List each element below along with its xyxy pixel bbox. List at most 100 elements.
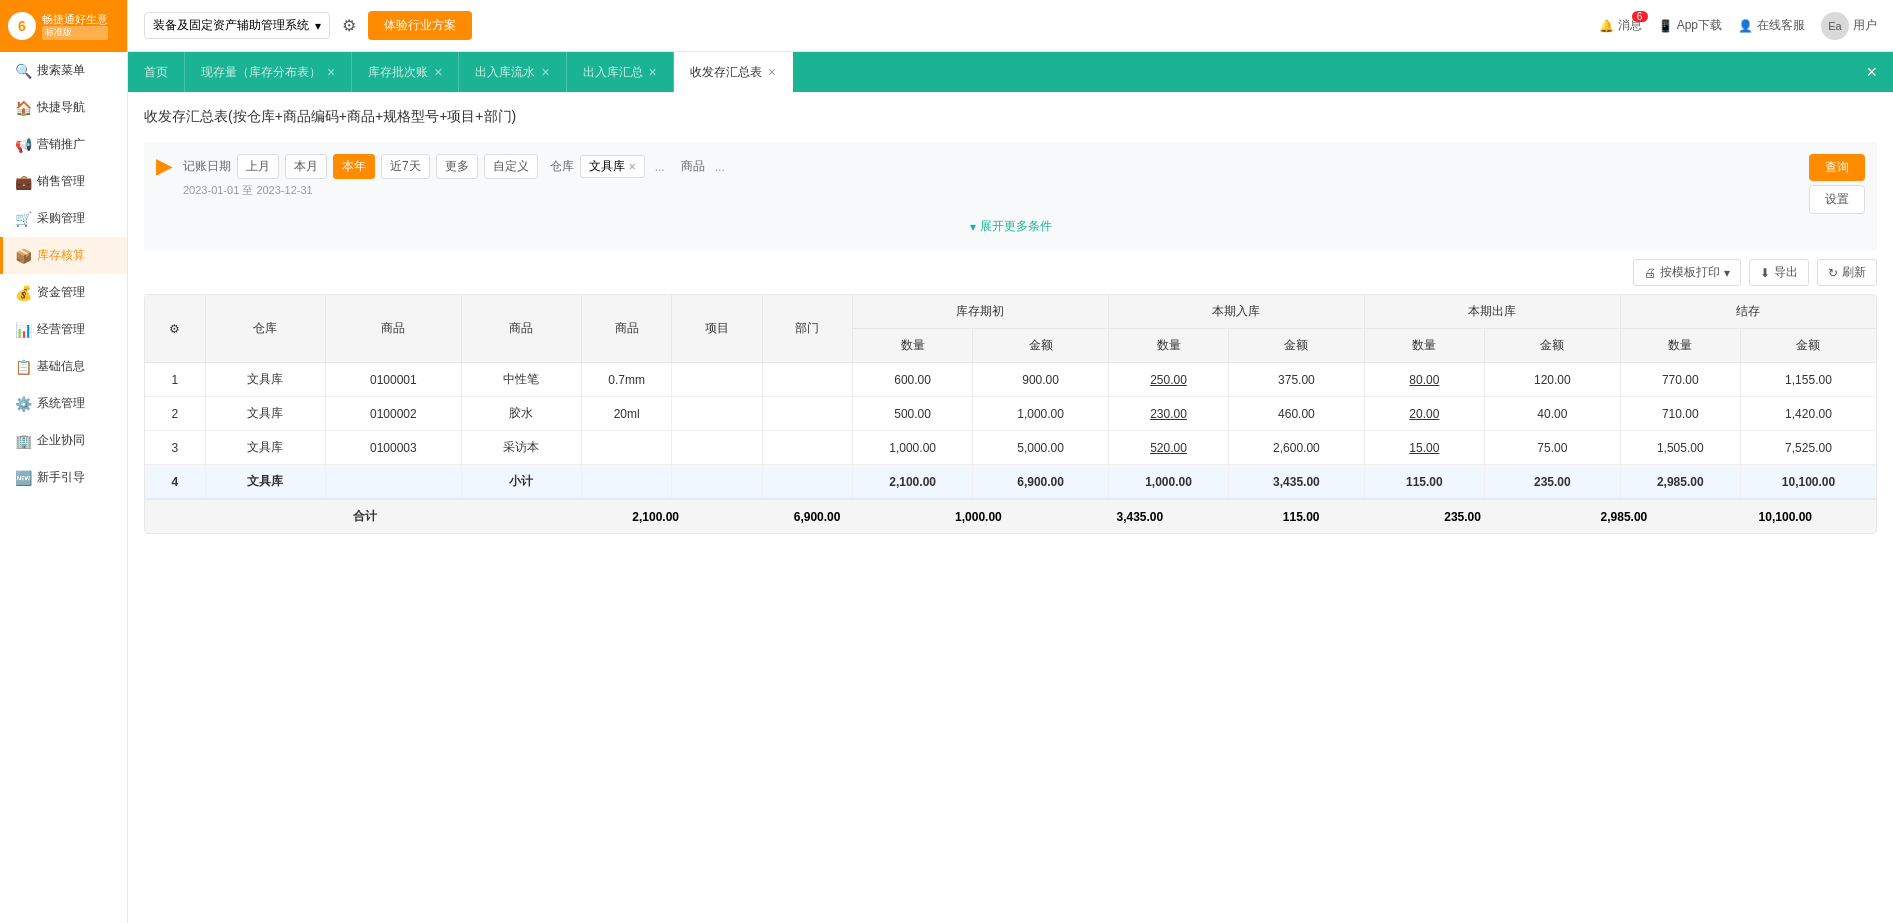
- tab-receive-summary[interactable]: 收发存汇总表 ×: [674, 52, 793, 92]
- sidebar-item-label: 快捷导航: [37, 99, 85, 116]
- export-button[interactable]: ⬇ 导出: [1749, 259, 1809, 286]
- cell-warehouse: 文具库: [205, 465, 325, 499]
- filter-expand-icon[interactable]: ▶: [156, 154, 171, 178]
- cell-in-qty[interactable]: 520.00: [1108, 431, 1228, 465]
- system-selector[interactable]: 装备及固定资产辅助管理系统 ▾: [144, 12, 330, 39]
- print-icon: 🖨: [1644, 266, 1656, 280]
- cell-out-amt: 120.00: [1485, 363, 1620, 397]
- th-project: 项目: [672, 295, 762, 363]
- cell-out-amt: 235.00: [1485, 465, 1620, 499]
- sidebar-item-system[interactable]: ⚙️ 系统管理: [0, 385, 127, 422]
- sidebar-item-quick-nav[interactable]: 🏠 快捷导航: [0, 89, 127, 126]
- date-btn-this-month[interactable]: 本月: [285, 154, 327, 179]
- date-btn-this-year[interactable]: 本年: [333, 154, 375, 179]
- settings-button[interactable]: 设置: [1809, 185, 1865, 214]
- th-group-in: 本期入库: [1108, 295, 1364, 329]
- footer-in-amt: 3,435.00: [1059, 510, 1220, 524]
- filter-bar: ▶ 记账日期 上月 本月 本年 近7天 更多 自定义: [144, 142, 1877, 251]
- tab-close-icon[interactable]: ×: [649, 65, 657, 79]
- enterprise-icon: 🏢: [15, 433, 31, 449]
- date-btn-more[interactable]: 更多: [436, 154, 478, 179]
- sidebar-item-operations[interactable]: 📊 经营管理: [0, 311, 127, 348]
- tab-bar-close-button[interactable]: ×: [1850, 62, 1893, 83]
- cell-out-qty[interactable]: 15.00: [1364, 431, 1484, 465]
- sidebar-item-label: 销售管理: [37, 173, 85, 190]
- cell-warehouse: 文具库: [205, 397, 325, 431]
- sidebar-item-marketing[interactable]: 📢 营销推广: [0, 126, 127, 163]
- query-button[interactable]: 查询: [1809, 154, 1865, 181]
- sidebar-item-new-guide[interactable]: 🆕 新手引导: [0, 459, 127, 496]
- warehouse-tag-close-icon[interactable]: ×: [629, 160, 636, 174]
- tab-close-icon[interactable]: ×: [434, 65, 442, 79]
- sidebar-item-inventory[interactable]: 📦 库存核算: [0, 237, 127, 274]
- refresh-button[interactable]: ↻ 刷新: [1817, 259, 1877, 286]
- bell-icon: 🔔: [1599, 19, 1614, 33]
- warehouse-tag: 文具库 ×: [580, 155, 645, 178]
- table-footer: 合计 2,100.00 6,900.00 1,000.00 3,435.00 1…: [145, 498, 1876, 533]
- app-download-button[interactable]: 📱 App下载: [1658, 17, 1722, 34]
- table-row: 4 文具库 小计 2,100.00 6,900.00 1,000.00 3,43…: [145, 465, 1876, 499]
- cell-balance-qty: 1,505.00: [1620, 431, 1740, 465]
- tab-inout-summary[interactable]: 出入库汇总 ×: [567, 52, 674, 92]
- sidebar-item-label: 系统管理: [37, 395, 85, 412]
- tab-close-icon[interactable]: ×: [327, 65, 335, 79]
- footer-values: 2,100.00 6,900.00 1,000.00 3,435.00 115.…: [575, 510, 1866, 524]
- cell-project: [672, 397, 762, 431]
- sidebar-item-purchase[interactable]: 🛒 采购管理: [0, 200, 127, 237]
- marketing-icon: 📢: [15, 137, 31, 153]
- sidebar-item-sales[interactable]: 💼 销售管理: [0, 163, 127, 200]
- date-btn-last-month[interactable]: 上月: [237, 154, 279, 179]
- footer-label: 合计: [155, 508, 575, 525]
- gear-icon[interactable]: ⚙: [342, 16, 356, 35]
- tab-close-active-icon[interactable]: ×: [768, 65, 776, 79]
- expand-more-button[interactable]: ▾ 展开更多条件: [156, 214, 1865, 239]
- product-more-dots[interactable]: ...: [711, 160, 729, 174]
- print-template-button[interactable]: 🖨 按模板打印 ▾: [1633, 259, 1741, 286]
- tab-batch-account[interactable]: 库存批次账 ×: [352, 52, 459, 92]
- sidebar-item-enterprise[interactable]: 🏢 企业协同: [0, 422, 127, 459]
- cell-in-qty[interactable]: 230.00: [1108, 397, 1228, 431]
- page-content: 收发存汇总表(按仓库+商品编码+商品+规格型号+项目+部门) ▶ 记账日期 上月…: [128, 92, 1893, 923]
- toolbar: 🖨 按模板打印 ▾ ⬇ 导出 ↻ 刷新: [144, 259, 1877, 286]
- table-row: 2 文具库 0100002 胶水 20ml 500.00 1,000.00 23…: [145, 397, 1876, 431]
- cell-out-qty[interactable]: 20.00: [1364, 397, 1484, 431]
- online-service-button[interactable]: 👤 在线客服: [1738, 17, 1805, 34]
- cell-opening-qty: 600.00: [852, 363, 972, 397]
- cell-code: 0100003: [326, 431, 461, 465]
- tab-inout-flow[interactable]: 出入库流水 ×: [459, 52, 566, 92]
- main-content: 装备及固定资产辅助管理系统 ▾ ⚙ 体验行业方案 🔔 消息 6 📱 App下载 …: [128, 0, 1893, 923]
- tab-close-icon[interactable]: ×: [541, 65, 549, 79]
- cell-opening-amt: 5,000.00: [973, 431, 1108, 465]
- cell-in-qty[interactable]: 250.00: [1108, 363, 1228, 397]
- cell-out-qty[interactable]: 80.00: [1364, 363, 1484, 397]
- tab-label: 现存量（库存分布表）: [201, 64, 321, 81]
- refresh-icon: ↻: [1828, 266, 1838, 280]
- tab-home[interactable]: 首页: [128, 52, 185, 92]
- cell-in-amt: 375.00: [1229, 363, 1364, 397]
- filter-action-buttons: 查询 设置: [1809, 154, 1865, 214]
- system-icon: ⚙️: [15, 396, 31, 412]
- tab-inventory-dist[interactable]: 现存量（库存分布表） ×: [185, 52, 352, 92]
- th-group-balance: 结存: [1620, 295, 1876, 329]
- cell-balance-qty: 710.00: [1620, 397, 1740, 431]
- messages-button[interactable]: 🔔 消息 6: [1599, 17, 1642, 34]
- date-btn-custom[interactable]: 自定义: [484, 154, 538, 179]
- experience-button[interactable]: 体验行业方案: [368, 11, 472, 40]
- sidebar-nav: 🔍 搜索菜单 🏠 快捷导航 📢 营销推广 💼 销售管理 🛒 采购管理 📦 库存核…: [0, 52, 127, 923]
- sidebar-item-finance[interactable]: 💰 资金管理: [0, 274, 127, 311]
- sidebar-item-basic-info[interactable]: 📋 基础信息: [0, 348, 127, 385]
- inventory-icon: 📦: [15, 248, 31, 264]
- cell-name: 小计: [461, 465, 581, 499]
- cell-balance-amt: 1,420.00: [1740, 397, 1876, 431]
- user-menu[interactable]: Ea 用户: [1821, 12, 1877, 40]
- th-product-name: 商品: [461, 295, 581, 363]
- date-btn-7days[interactable]: 近7天: [381, 154, 430, 179]
- header-actions: 🔔 消息 6 📱 App下载 👤 在线客服 Ea 用户: [1599, 12, 1877, 40]
- column-settings-icon[interactable]: ⚙: [169, 322, 180, 336]
- th-in-qty: 数量: [1108, 329, 1228, 363]
- cell-warehouse: 文具库: [205, 363, 325, 397]
- cell-balance-qty: 770.00: [1620, 363, 1740, 397]
- warehouse-more-dots[interactable]: ...: [651, 160, 669, 174]
- sidebar-item-label: 采购管理: [37, 210, 85, 227]
- sidebar-item-search[interactable]: 🔍 搜索菜单: [0, 52, 127, 89]
